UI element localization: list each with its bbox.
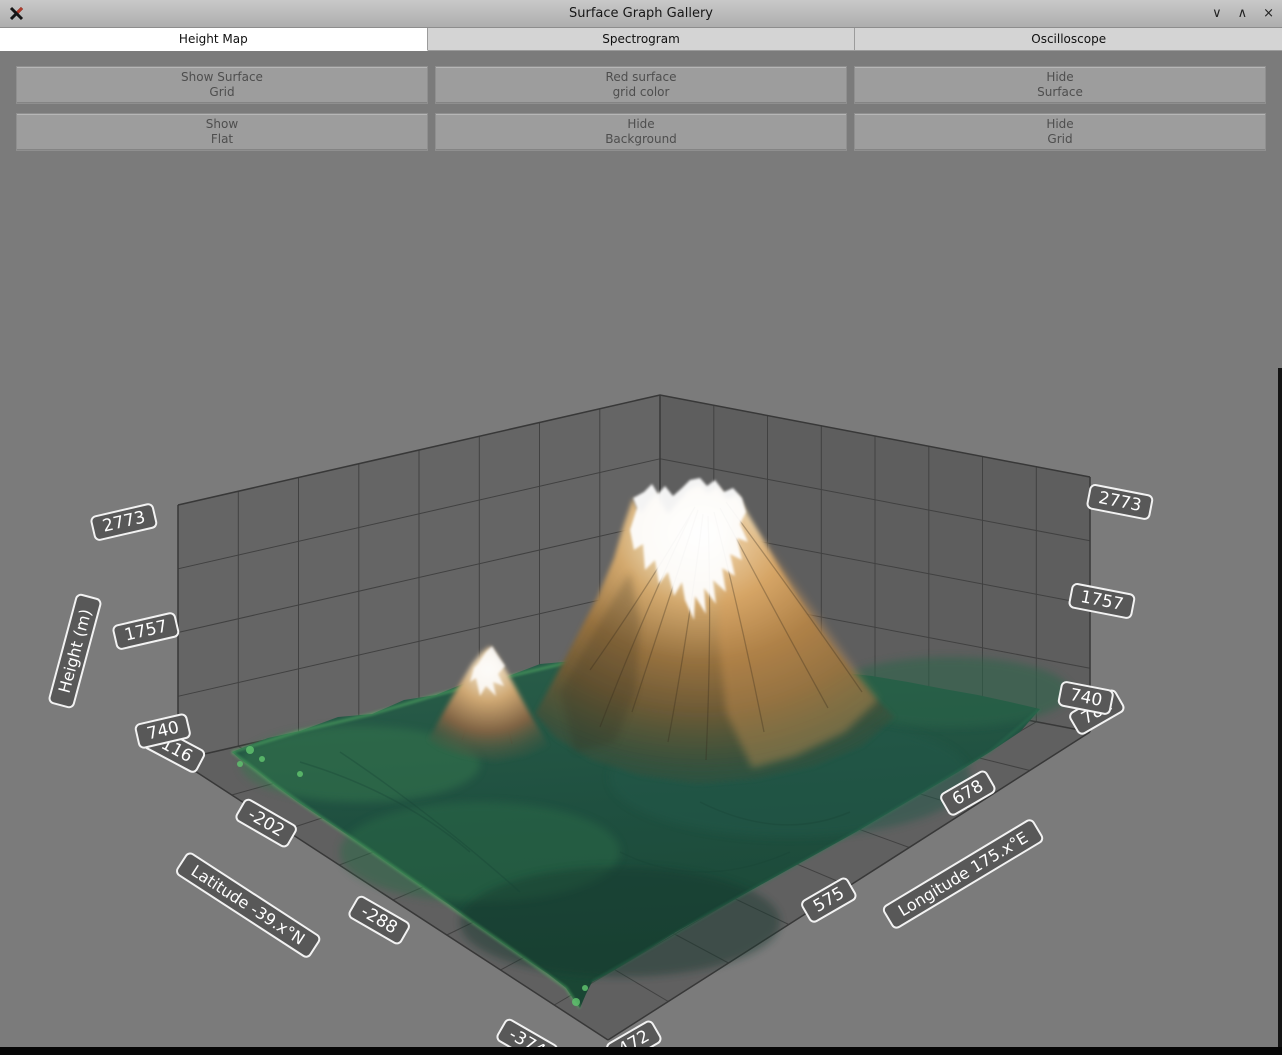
window-right-edge (1278, 368, 1282, 1047)
tab-height-map[interactable]: Height Map (0, 28, 428, 51)
shade-icon[interactable]: ∨ (1212, 7, 1222, 20)
close-icon[interactable]: × (1263, 7, 1274, 20)
window-controls: ∨ ∧ × (1212, 7, 1274, 20)
tab-oscilloscope[interactable]: Oscilloscope (855, 28, 1282, 51)
toggle-flat-button[interactable]: Show Flat (16, 113, 428, 151)
toggle-surface-grid-button[interactable]: Show Surface Grid (16, 66, 428, 104)
unshade-icon[interactable]: ∧ (1238, 7, 1248, 20)
window-bottom-edge (0, 1047, 1282, 1055)
surface-grid-color-button[interactable]: Red surface grid color (435, 66, 847, 104)
tab-spectrogram[interactable]: Spectrogram (428, 28, 856, 51)
surface-plot[interactable]: 2773 1757 740 Height (m) 2773 1757 740 -… (0, 152, 1282, 1055)
toggle-background-button[interactable]: Hide Background (435, 113, 847, 151)
tab-bar: Height Map Spectrogram Oscilloscope (0, 28, 1282, 51)
titlebar: Surface Graph Gallery ∨ ∧ × (0, 0, 1282, 28)
button-panel: Show Surface Grid Red surface grid color… (0, 51, 1282, 161)
toggle-grid-button[interactable]: Hide Grid (854, 113, 1266, 151)
toggle-surface-button[interactable]: Hide Surface (854, 66, 1266, 104)
app-window: Surface Graph Gallery ∨ ∧ × Height Map S… (0, 0, 1282, 1055)
window-title: Surface Graph Gallery (0, 6, 1282, 21)
